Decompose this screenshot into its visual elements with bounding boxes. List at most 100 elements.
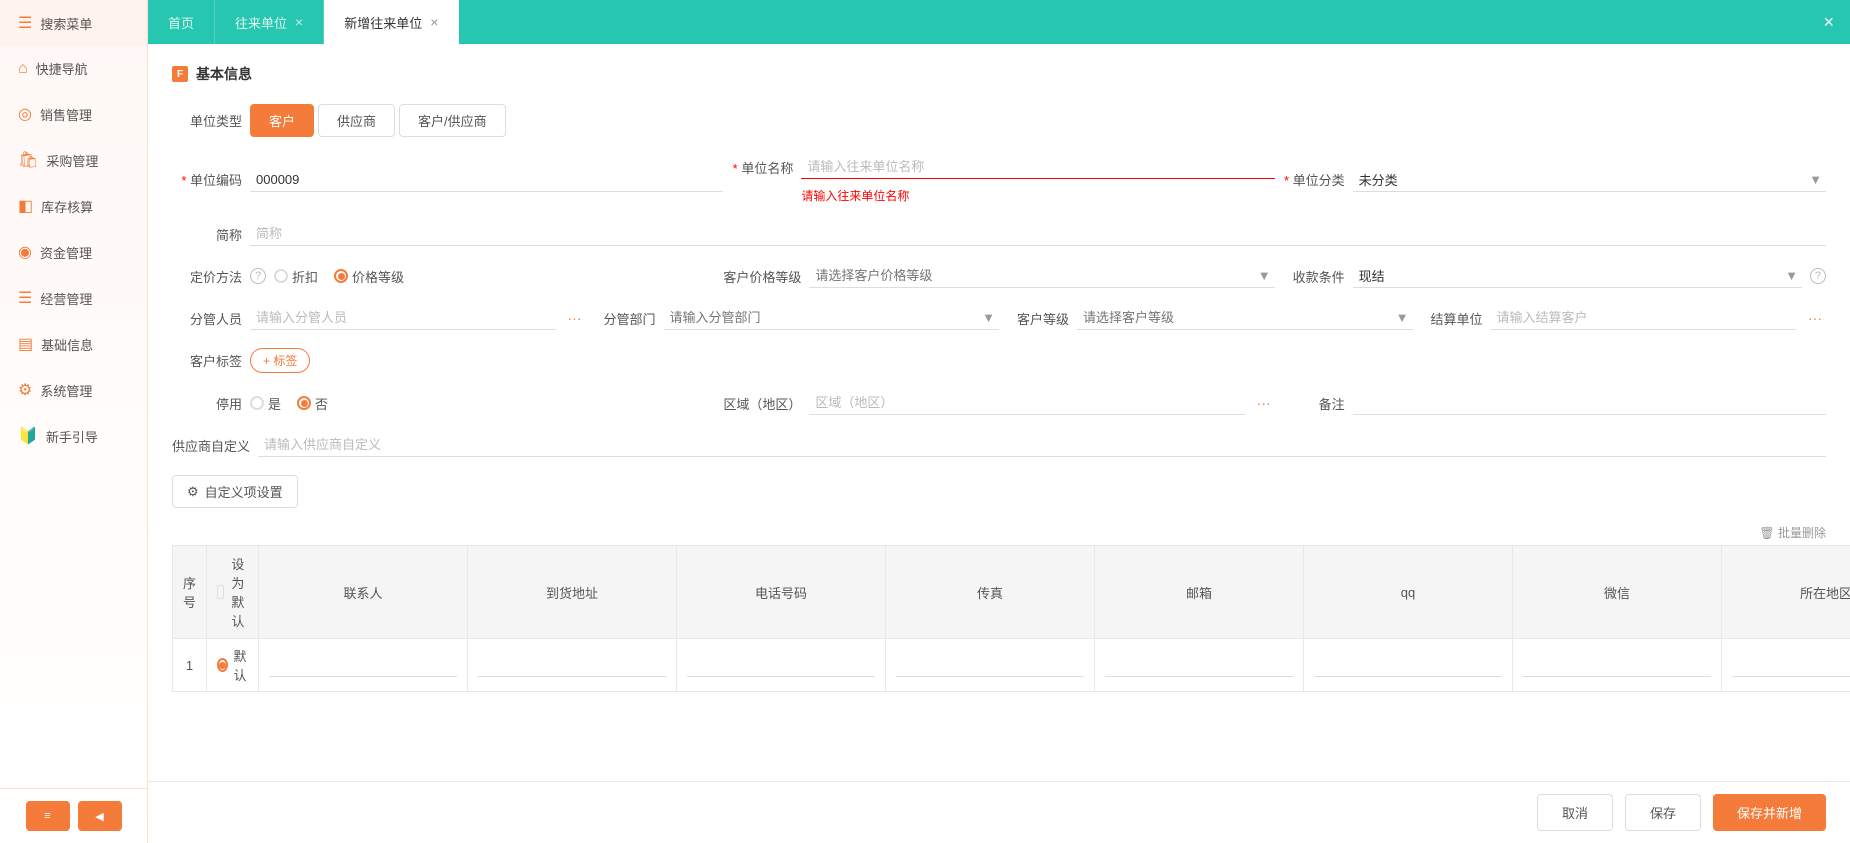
manager-row: 分管人员 ··· 分管部门 ▼ 客户等级 ▼	[172, 306, 1826, 330]
guide-icon: 🔰	[18, 426, 38, 446]
sidebar: ☰ 搜索菜单 ⌂ 快捷导航 ◎ 销售管理 🛍 采购管理 ◧ 库存核算 ◉ 资金管…	[0, 0, 148, 843]
unit-btn-customer[interactable]: 客户	[250, 104, 314, 137]
unit-btn-supplier[interactable]: 供应商	[318, 104, 395, 137]
unit-category-select[interactable]: ▼	[1353, 168, 1826, 192]
window-close-btn[interactable]: ×	[1807, 0, 1850, 44]
discount-radio-circle	[274, 269, 288, 283]
settlement-unit-label: 结算单位	[1413, 309, 1483, 328]
customer-level-input[interactable]	[1077, 306, 1413, 329]
row-address	[468, 639, 677, 692]
add-tag-label: + 标签	[263, 352, 297, 369]
sidebar-item-quick-nav[interactable]: ⌂ 快捷导航	[0, 46, 147, 91]
tab-new-partner-close[interactable]: ×	[430, 15, 438, 29]
email-input[interactable]	[1105, 653, 1293, 677]
department-select[interactable]: ▼	[664, 306, 1000, 330]
manager-input[interactable]	[250, 306, 556, 330]
region-input[interactable]	[809, 391, 1244, 415]
unit-type-group-container: 单位类型 客户 供应商 客户/供应商	[172, 104, 1826, 137]
yes-circle	[250, 396, 264, 410]
customer-tag-label: 客户标签	[172, 351, 242, 370]
inventory-icon: ◧	[18, 196, 33, 216]
region-more-btn[interactable]: ···	[1253, 395, 1275, 411]
col-fax: 传真	[886, 546, 1095, 639]
row-default: 默认	[207, 639, 259, 692]
save-button[interactable]: 保存	[1625, 794, 1701, 831]
settlement-more-btn[interactable]: ···	[1804, 310, 1826, 326]
row-region-input[interactable]	[1732, 653, 1850, 677]
unit-btn-both[interactable]: 客户/供应商	[399, 104, 506, 137]
supplier-custom-group: 供应商自定义	[172, 433, 1826, 457]
manager-group: 分管人员 ···	[172, 306, 586, 330]
customer-level-select[interactable]: ▼	[1077, 306, 1413, 330]
manager-more-btn[interactable]: ···	[564, 310, 586, 326]
sidebar-expand-btn[interactable]: ≡	[26, 801, 70, 831]
address-input[interactable]	[478, 653, 666, 677]
sidebar-item-system[interactable]: ⚙ 系统管理	[0, 367, 147, 413]
save-new-button[interactable]: 保存并新增	[1713, 794, 1826, 831]
sidebar-item-purchase[interactable]: 🛍 采购管理	[0, 137, 147, 183]
sidebar-item-inventory[interactable]: ◧ 库存核算	[0, 183, 147, 229]
row-radio-circle	[217, 658, 228, 672]
pricing-level-radio[interactable]: 价格等级	[334, 267, 404, 286]
settlement-unit-group: 结算单位 ···	[1413, 306, 1827, 330]
customer-price-level-input[interactable]	[809, 264, 1274, 287]
sidebar-bottom: ≡ ◀	[0, 788, 147, 843]
code-name-category-row: 单位编码 单位名称 请输入往来单位名称 单位分类 ▼	[172, 155, 1826, 204]
custom-settings-btn[interactable]: ⚙ 自定义项设置	[172, 475, 298, 508]
tab-home-label: 首页	[168, 13, 194, 32]
short-name-input[interactable]	[250, 222, 1826, 246]
payment-help-icon[interactable]: ?	[1810, 268, 1826, 284]
department-input[interactable]	[664, 306, 1000, 329]
yes-label: 是	[268, 394, 281, 413]
header-checkbox[interactable]	[217, 585, 224, 599]
table-body: 1 默认	[173, 639, 1850, 692]
wechat-input[interactable]	[1523, 653, 1711, 677]
pricing-discount-radio[interactable]: 折扣	[274, 267, 318, 286]
sidebar-item-base-info[interactable]: ▤ 基础信息	[0, 321, 147, 367]
customer-price-level-select[interactable]: ▼	[809, 264, 1274, 288]
disabled-group: 停用 是 否	[172, 394, 723, 413]
tab-home[interactable]: 首页	[148, 0, 215, 44]
contacts-table: 序号 设为默认 联系人 到货地址 电话号码 传真 邮箱 qq	[172, 545, 1850, 692]
unit-code-label: 单位编码	[172, 170, 242, 189]
pricing-help-icon[interactable]: ?	[250, 268, 266, 284]
custom-settings-area: ⚙ 自定义项设置	[172, 475, 1826, 508]
sidebar-item-operations[interactable]: ☰ 经营管理	[0, 275, 147, 321]
tab-partner-close[interactable]: ×	[295, 15, 303, 29]
unit-category-input[interactable]	[1353, 168, 1826, 191]
col-email: 邮箱	[1095, 546, 1304, 639]
disabled-yes-radio[interactable]: 是	[250, 394, 281, 413]
qq-input[interactable]	[1314, 653, 1502, 677]
sidebar-item-search[interactable]: ☰ 搜索菜单	[0, 0, 147, 46]
sidebar-collapse-btn[interactable]: ◀	[78, 801, 122, 831]
settlement-unit-input[interactable]	[1491, 306, 1797, 330]
phone-input[interactable]	[687, 653, 875, 677]
add-tag-btn[interactable]: + 标签	[250, 348, 310, 373]
col-address: 到货地址	[468, 546, 677, 639]
payment-terms-input[interactable]	[1353, 264, 1802, 287]
tab-new-partner[interactable]: 新增往来单位 ×	[324, 0, 459, 44]
row-email	[1095, 639, 1304, 692]
remark-input[interactable]	[1353, 391, 1826, 415]
batch-delete-label[interactable]: 批量删除	[1778, 526, 1826, 540]
tag-row: 客户标签 + 标签	[172, 348, 1826, 373]
system-icon: ⚙	[18, 380, 32, 400]
unit-type-row: 单位类型 客户 供应商 客户/供应商	[172, 104, 1826, 137]
contact-input[interactable]	[269, 653, 457, 677]
tab-partner[interactable]: 往来单位 ×	[215, 0, 324, 44]
sidebar-item-guide[interactable]: 🔰 新手引导	[0, 413, 147, 459]
payment-terms-select[interactable]: ▼	[1353, 264, 1802, 288]
fax-input[interactable]	[896, 653, 1084, 677]
unit-name-input[interactable]	[801, 155, 1274, 179]
disabled-no-radio[interactable]: 否	[297, 394, 328, 413]
sidebar-label-sales: 销售管理	[40, 105, 92, 124]
cancel-button[interactable]: 取消	[1537, 794, 1613, 831]
row-default-radio[interactable]: 默认	[217, 646, 248, 684]
supplier-custom-input[interactable]	[258, 433, 1826, 457]
level-label: 价格等级	[352, 267, 404, 286]
sidebar-item-sales[interactable]: ◎ 销售管理	[0, 91, 147, 137]
sidebar-label-guide: 新手引导	[46, 427, 98, 446]
unit-code-input[interactable]	[250, 168, 723, 192]
sidebar-item-finance[interactable]: ◉ 资金管理	[0, 229, 147, 275]
col-region: 所在地区	[1722, 546, 1850, 639]
